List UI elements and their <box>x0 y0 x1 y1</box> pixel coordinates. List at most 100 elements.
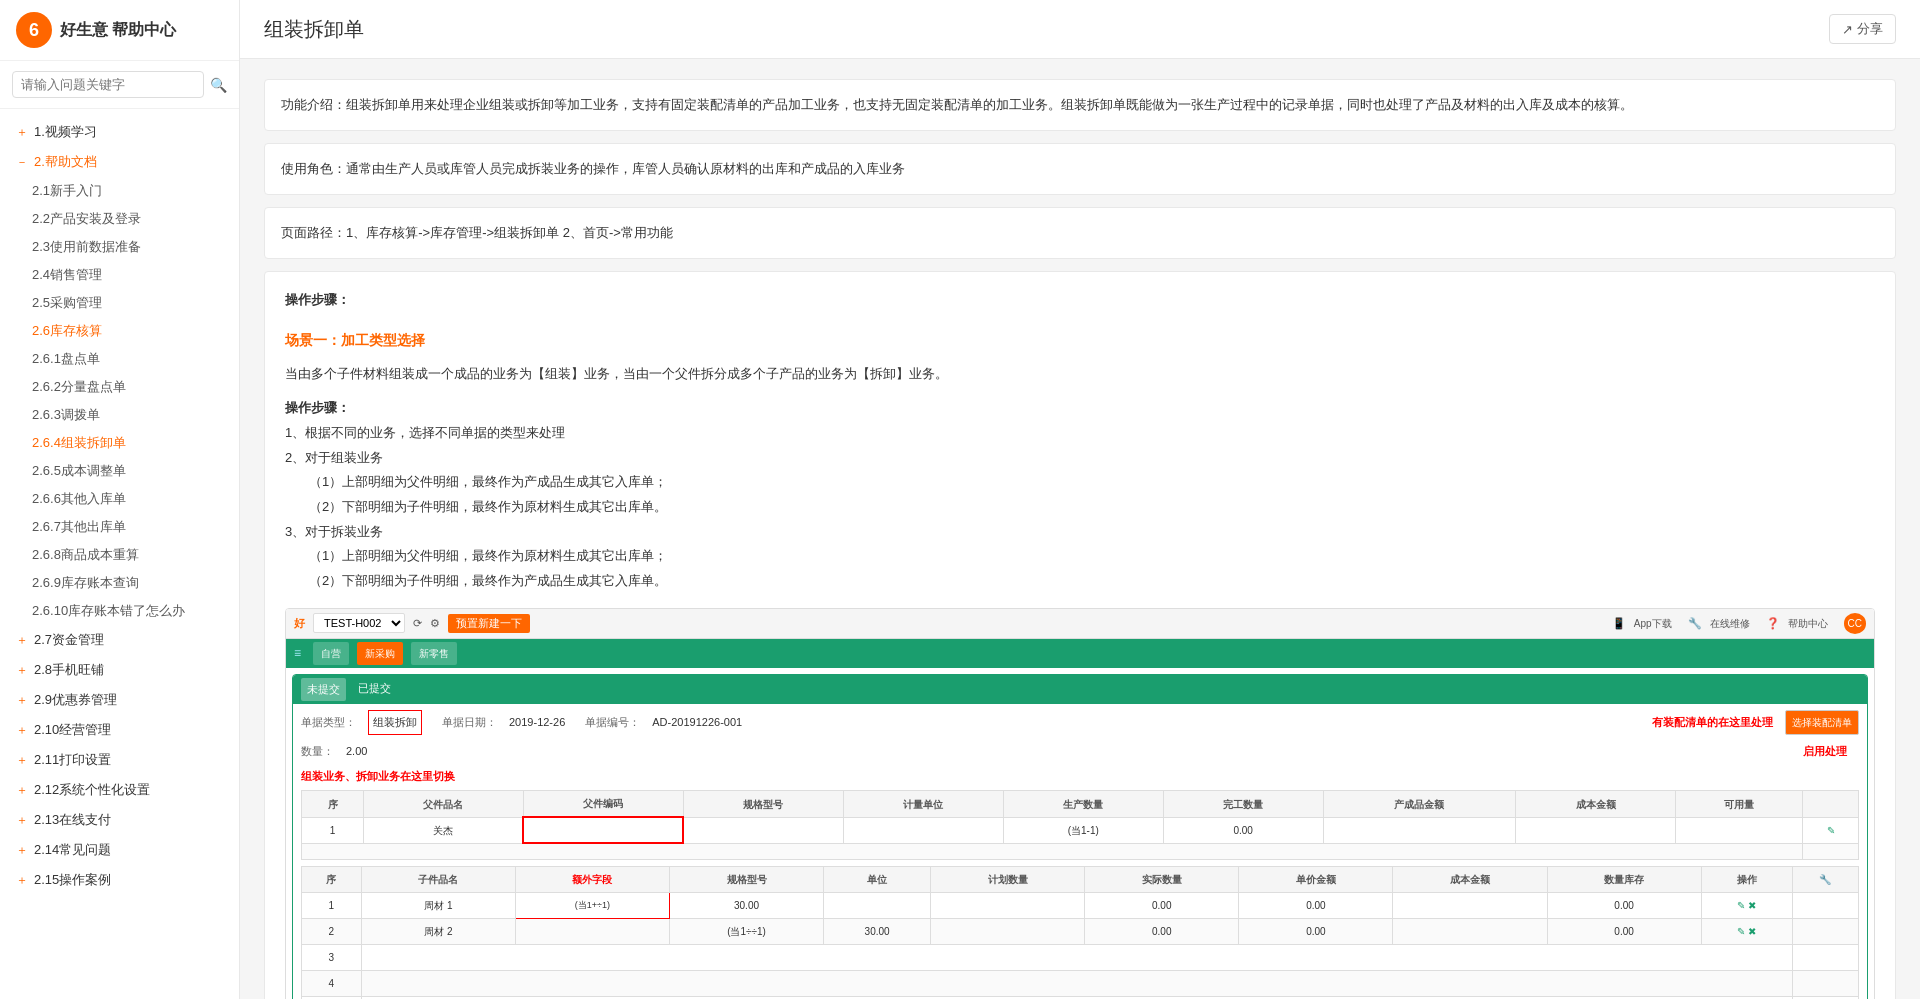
sidebar-item-mobile[interactable]: ＋ 2.8手机旺铺 <box>0 655 239 685</box>
search-box: 🔍 <box>0 61 239 109</box>
sim-logo: 好 <box>294 613 305 634</box>
sim-sub-th-actual: 实际数量 <box>1085 866 1239 892</box>
step3-1-text: （1）上部明细为父件明细，最终作为原材料生成其它出库单； <box>309 544 1875 569</box>
sidebar-item-sales[interactable]: 2.4销售管理 <box>0 261 239 289</box>
sim-th-seq: 序 <box>302 791 364 818</box>
sim-menu-icon: ≡ <box>294 642 301 665</box>
sidebar-item-other-out[interactable]: 2.6.7其他出库单 <box>0 513 239 541</box>
sidebar-item-coupon[interactable]: ＋ 2.9优惠券管理 <box>0 685 239 715</box>
main-content: 组装拆卸单 ↗ 分享 功能介绍：组装拆卸单用来处理企业组装或拆卸等加工业务，支持… <box>240 0 1920 999</box>
sim-sub-th-child-name: 子件品名 <box>361 866 515 892</box>
nav-list: ＋ 1.视频学习 － 2.帮助文档 2.1新手入门 2.2产品安装及登录 2.3… <box>0 109 239 999</box>
content-area: 功能介绍：组装拆卸单用来处理企业组装或拆卸等加工业务，支持有固定装配清单的产品加… <box>240 59 1920 999</box>
sim-form-tab-new[interactable]: 未提交 <box>301 678 346 701</box>
sidebar-item-beginner[interactable]: 2.1新手入门 <box>0 177 239 205</box>
sim-tab-retail[interactable]: 新零售 <box>411 642 457 665</box>
step1-text: 1、根据不同的业务，选择不同单据的类型来处理 <box>285 421 1875 446</box>
sim-th-spec: 规格型号 <box>683 791 843 818</box>
sidebar-item-assembly[interactable]: 2.6.4组装拆卸单 <box>0 429 239 457</box>
step2-1-text: （1）上部明细为父件明细，最终作为产成品生成其它入库单； <box>309 470 1875 495</box>
sidebar-item-inventory[interactable]: 2.6库存核算 <box>0 317 239 345</box>
sim-type-value[interactable]: 组装拆卸 <box>368 710 422 735</box>
sim-form-tab-submit[interactable]: 已提交 <box>358 678 391 701</box>
page-title: 组装拆卸单 <box>264 16 364 43</box>
search-input[interactable] <box>12 71 204 98</box>
sim-new-btn[interactable]: 预置新建一下 <box>448 614 530 633</box>
sim-annotation2: 启用处理 <box>1803 741 1847 762</box>
plus-icon: ＋ <box>16 842 28 859</box>
sim-td-code <box>523 817 683 843</box>
sim-sub-table: 序 子件品名 额外字段 规格型号 单位 计划数量 实际数量 单价金额 <box>301 866 1859 999</box>
sim-app-icon: 📱 <box>1612 613 1626 634</box>
sidebar-item-cases[interactable]: ＋ 2.15操作案例 <box>0 865 239 895</box>
sidebar-item-purchase[interactable]: 2.5采购管理 <box>0 289 239 317</box>
logo-icon: 6 <box>16 12 52 48</box>
ops-heading: 操作步骤： <box>285 288 1875 313</box>
sidebar-item-transfer[interactable]: 2.6.3调拨单 <box>0 401 239 429</box>
sim-select-bom-btn[interactable]: 选择装配清单 <box>1785 710 1859 735</box>
sidebar-section-label: 2.12系统个性化设置 <box>34 781 150 799</box>
sim-th-product-cost: 产成品金额 <box>1323 791 1516 818</box>
sidebar-item-data-prep[interactable]: 2.3使用前数据准备 <box>0 233 239 261</box>
sidebar-header: 6 好生意 帮助中心 <box>0 0 239 61</box>
table-row <box>302 843 1859 859</box>
sim-qty-label: 数量： <box>301 741 334 762</box>
plus-icon: ＋ <box>16 722 28 739</box>
sidebar-item-ledger-fix[interactable]: 2.6.10库存账本错了怎么办 <box>0 597 239 625</box>
sim-th-avail: 可用量 <box>1676 791 1803 818</box>
sim-table: 序 父件品名 父件编码 规格型号 计量单位 生产数量 完工数量 产成品金额 成本 <box>301 790 1859 860</box>
sim-sub-row: 1周材 1 (当1+÷1) 30.00 0.00 0.00 0.00 ✎ ✖ <box>302 892 1859 918</box>
sim-td-spec <box>683 817 843 843</box>
sidebar-item-print[interactable]: ＋ 2.11打印设置 <box>0 745 239 775</box>
sidebar-section-label: 2.15操作案例 <box>34 871 111 889</box>
sim-store-select[interactable]: TEST-H002 <box>313 613 405 633</box>
sidebar-item-batch-stocktake[interactable]: 2.6.2分量盘点单 <box>0 373 239 401</box>
sidebar-item-video[interactable]: ＋ 1.视频学习 <box>0 117 239 147</box>
sim-table-header: 序 父件品名 父件编码 规格型号 计量单位 生产数量 完工数量 产成品金额 成本 <box>302 791 1859 818</box>
sidebar-section-label: 2.14常见问题 <box>34 841 111 859</box>
sidebar-item-other-in[interactable]: 2.6.6其他入库单 <box>0 485 239 513</box>
plus-icon: ＋ <box>16 124 28 141</box>
sim-sub-row: 2周材 2 (当1÷÷1) 30.00 0.00 0.00 0.00 ✎ ✖ <box>302 918 1859 944</box>
sidebar-item-finance[interactable]: ＋ 2.7资金管理 <box>0 625 239 655</box>
sidebar-item-payment[interactable]: ＋ 2.13在线支付 <box>0 805 239 835</box>
sim-tab-ziying[interactable]: 自营 <box>313 642 349 665</box>
sim-sub-row-empty: 4 <box>302 970 1859 996</box>
search-icon[interactable]: 🔍 <box>210 77 227 93</box>
sidebar-item-faq[interactable]: ＋ 2.14常见问题 <box>0 835 239 865</box>
sidebar-item-install[interactable]: 2.2产品安装及登录 <box>0 205 239 233</box>
sim-th-prod-qty: 生产数量 <box>1003 791 1163 818</box>
ops-steps-label: 操作步骤： <box>285 396 1875 421</box>
sim-th-ops <box>1803 791 1859 818</box>
sidebar-section-label: 2.8手机旺铺 <box>34 661 104 679</box>
sim-no-label: 单据编号： <box>585 712 640 733</box>
sim-sub-th-cost: 成本金额 <box>1393 866 1547 892</box>
sidebar-item-stocktake[interactable]: 2.6.1盘点单 <box>0 345 239 373</box>
table-row: 1 关杰 (当1-1) 0.00 <box>302 817 1859 843</box>
sim-td-seq: 1 <box>302 817 364 843</box>
sidebar-item-stock-ledger[interactable]: 2.6.9库存账本查询 <box>0 569 239 597</box>
sim-sub-header: 序 子件品名 额外字段 规格型号 单位 计划数量 实际数量 单价金额 <box>302 866 1859 892</box>
sim-help-label: 帮助中心 <box>1788 614 1828 633</box>
sidebar: 6 好生意 帮助中心 🔍 ＋ 1.视频学习 － 2.帮助文档 2.1新手入门 2… <box>0 0 240 999</box>
sim-qty-value: 2.00 <box>346 741 367 762</box>
sidebar-item-help-docs[interactable]: － 2.帮助文档 <box>0 147 239 177</box>
step3-text: 3、对于拆装业务 <box>285 520 1875 545</box>
plus-icon: ＋ <box>16 752 28 769</box>
sidebar-section-label: 2.9优惠券管理 <box>34 691 117 709</box>
sidebar-item-sys-config[interactable]: ＋ 2.12系统个性化设置 <box>0 775 239 805</box>
path-text: 页面路径：1、库存核算->库存管理->组装拆卸单 2、首页->常用功能 <box>281 222 1879 244</box>
sim-annotation3: 组装业务、拆卸业务在这里切换 <box>301 766 455 787</box>
intro-text: 功能介绍：组装拆卸单用来处理企业组装或拆卸等加工业务，支持有固定装配清单的产品加… <box>281 94 1879 116</box>
sim-sub-row-empty: 3 <box>302 944 1859 970</box>
sidebar-item-cost-adjust[interactable]: 2.6.5成本调整单 <box>0 457 239 485</box>
sidebar-section-label: 2.7资金管理 <box>34 631 104 649</box>
sim-form-tabs: 未提交 已提交 <box>293 675 1867 704</box>
share-button[interactable]: ↗ 分享 <box>1829 14 1896 44</box>
sim-td-action[interactable]: ✎ <box>1803 817 1859 843</box>
sim-tab-purchase[interactable]: 新采购 <box>357 642 403 665</box>
sidebar-item-cost-recalc[interactable]: 2.6.8商品成本重算 <box>0 541 239 569</box>
plus-icon: ＋ <box>16 782 28 799</box>
sidebar-item-biz-mgmt[interactable]: ＋ 2.10经营管理 <box>0 715 239 745</box>
sim-sub-th-spec: 规格型号 <box>669 866 823 892</box>
